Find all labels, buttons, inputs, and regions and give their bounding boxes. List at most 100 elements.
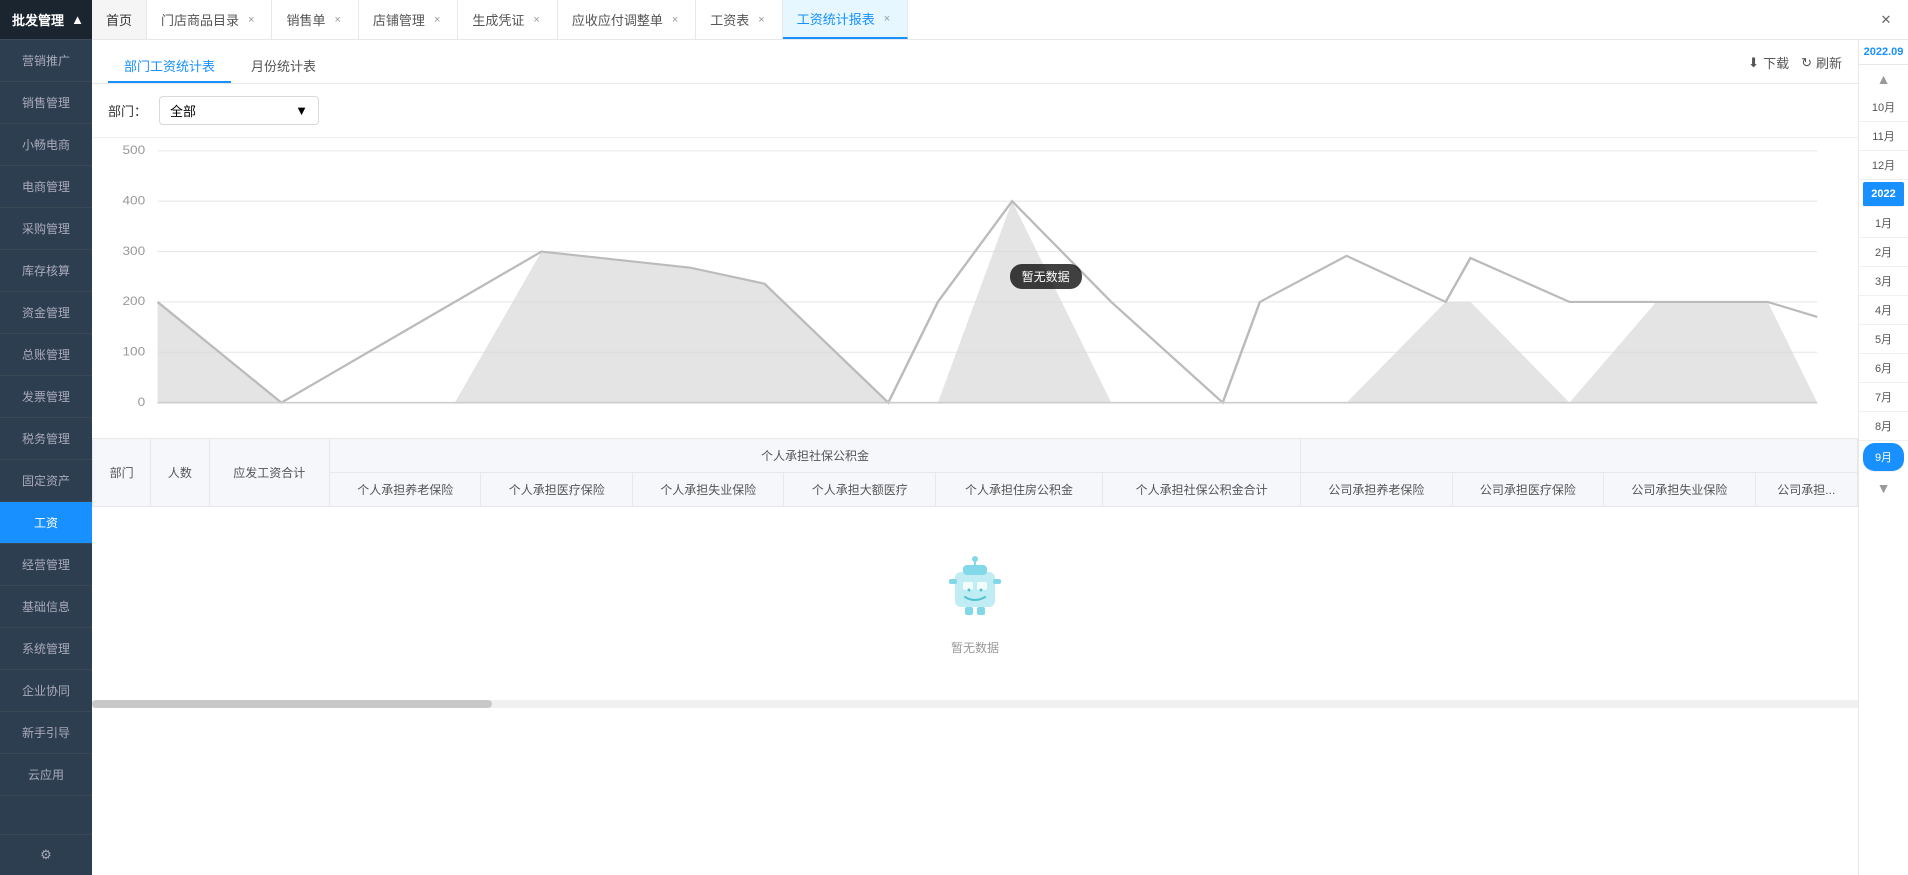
sidebar-item-企业协同[interactable]: 企业协同 — [0, 670, 92, 712]
time-item-6月[interactable]: 6月 — [1859, 354, 1908, 383]
th-personal-medical: 个人承担医疗保险 — [481, 473, 633, 507]
time-nav-down[interactable]: ▼ — [1859, 474, 1908, 502]
th-count: 人数 — [151, 439, 209, 507]
close-all-tabs-button[interactable]: ✕ — [1872, 6, 1900, 34]
sidebar-item-税务管理[interactable]: 税务管理 — [0, 418, 92, 460]
sidebar-item-营销推广[interactable]: 营销推广 — [0, 40, 92, 82]
tab-生成凭证[interactable]: 生成凭证× — [458, 0, 557, 39]
tab-close-icon[interactable]: × — [669, 13, 681, 27]
empty-icon — [935, 547, 1015, 627]
sidebar-item-经营管理[interactable]: 经营管理 — [0, 544, 92, 586]
sidebar-item-云应用[interactable]: 云应用 — [0, 754, 92, 796]
download-icon: ⬇ — [1748, 55, 1759, 71]
tab-工资统计报表[interactable]: 工资统计报表× — [783, 0, 908, 39]
time-nav-up[interactable]: ▲ — [1859, 65, 1908, 93]
department-filter-label: 部门： — [108, 101, 147, 120]
tab-销售单[interactable]: 销售单× — [272, 0, 358, 39]
tab-首页[interactable]: 首页 — [92, 0, 147, 39]
tab-应收应付调整单[interactable]: 应收应付调整单× — [558, 0, 696, 39]
tab-bar-end: ✕ — [1872, 6, 1908, 34]
table-area[interactable]: 部门 人数 应发工资合计 个人承担社保公积金 个人承担养老保险 个人承担医疗保险… — [92, 438, 1858, 875]
svg-text:100: 100 — [122, 344, 145, 358]
tab-close-icon[interactable]: × — [530, 13, 542, 27]
svg-text:500: 500 — [122, 143, 145, 157]
sidebar-item-资金管理[interactable]: 资金管理 — [0, 292, 92, 334]
tab-门店商品目录[interactable]: 门店商品目录× — [147, 0, 272, 39]
time-item-7月[interactable]: 7月 — [1859, 383, 1908, 412]
sidebar-item-新手引导[interactable]: 新手引导 — [0, 712, 92, 754]
sidebar-item-库存核算[interactable]: 库存核算 — [0, 250, 92, 292]
sidebar-item-系统管理[interactable]: 系统管理 — [0, 628, 92, 670]
time-item-4月[interactable]: 4月 — [1859, 296, 1908, 325]
sidebar-item-工资[interactable]: 工资 — [0, 502, 92, 544]
chevron-down-icon: ▼ — [295, 103, 308, 118]
tab-close-icon[interactable]: × — [755, 13, 767, 27]
sub-tab-actions: ⬇ 下载 ↻ 刷新 — [1748, 53, 1842, 80]
chart-svg: 500 400 300 200 100 0 — [108, 138, 1842, 438]
empty-state: 暂无数据 — [93, 507, 1858, 696]
chart-container: 500 400 300 200 100 0 — [108, 138, 1842, 438]
svg-text:200: 200 — [122, 294, 145, 308]
main-area: 首页门店商品目录×销售单×店铺管理×生成凭证×应收应付调整单×工资表×工资统计报… — [92, 0, 1908, 875]
th-company-pension: 公司承担养老保险 — [1301, 473, 1453, 507]
th-personal-insurance-total: 个人承担社保公积金合计 — [1103, 473, 1301, 507]
sidebar-item-基础信息[interactable]: 基础信息 — [0, 586, 92, 628]
sidebar-item-小畅电商[interactable]: 小畅电商 — [0, 124, 92, 166]
tab-close-icon[interactable]: × — [431, 13, 443, 27]
table-header-row-2: 个人承担养老保险 个人承担医疗保险 个人承担失业保险 个人承担大额医疗 个人承担… — [93, 473, 1858, 507]
tab-department-salary[interactable]: 部门工资统计表 — [108, 50, 231, 83]
horizontal-scrollbar[interactable] — [92, 700, 492, 708]
time-item-11月[interactable]: 11月 — [1859, 122, 1908, 151]
time-item-10月[interactable]: 10月 — [1859, 93, 1908, 122]
sidebar-item-采购管理[interactable]: 采购管理 — [0, 208, 92, 250]
time-item-active[interactable]: 9月 — [1863, 443, 1904, 472]
time-year-marker[interactable]: 2022 — [1863, 182, 1904, 207]
time-item-3月[interactable]: 3月 — [1859, 267, 1908, 296]
tab-monthly-stats[interactable]: 月份统计表 — [235, 50, 332, 83]
tab-close-icon[interactable]: × — [881, 12, 893, 26]
refresh-button[interactable]: ↻ 刷新 — [1801, 53, 1842, 72]
content-area: 部门工资统计表 月份统计表 ⬇ 下载 ↻ 刷新 — [92, 40, 1908, 875]
chart-area: 500 400 300 200 100 0 — [92, 138, 1858, 438]
tab-bar: 首页门店商品目录×销售单×店铺管理×生成凭证×应收应付调整单×工资表×工资统计报… — [92, 0, 1908, 40]
download-button[interactable]: ⬇ 下载 — [1748, 53, 1789, 72]
th-personal-pension: 个人承担养老保险 — [329, 473, 481, 507]
sidebar-item-发票管理[interactable]: 发票管理 — [0, 376, 92, 418]
svg-text:400: 400 — [122, 193, 145, 207]
refresh-icon: ↻ — [1801, 55, 1812, 71]
time-item-1月[interactable]: 1月 — [1859, 209, 1908, 238]
tab-close-icon[interactable]: × — [245, 13, 257, 27]
sidebar-item-总账管理[interactable]: 总账管理 — [0, 334, 92, 376]
sidebar-arrow-icon: ▲ — [71, 12, 84, 27]
sub-tab-bar: 部门工资统计表 月份统计表 ⬇ 下载 ↻ 刷新 — [92, 40, 1858, 84]
sidebar-item-电商管理[interactable]: 电商管理 — [0, 166, 92, 208]
time-year-label: 2022.09 — [1859, 40, 1908, 65]
department-select[interactable]: 全部 ▼ — [159, 96, 319, 125]
sidebar-item-销售管理[interactable]: 销售管理 — [0, 82, 92, 124]
settings-icon: ⚙ — [40, 847, 52, 862]
svg-text:300: 300 — [122, 244, 145, 258]
th-total-salary: 应发工资合计 — [209, 439, 329, 507]
th-department: 部门 — [93, 439, 151, 507]
tab-工资表[interactable]: 工资表× — [696, 0, 782, 39]
department-select-value: 全部 — [170, 101, 196, 120]
salary-table: 部门 人数 应发工资合计 个人承担社保公积金 个人承担养老保险 个人承担医疗保险… — [92, 438, 1858, 696]
sidebar-item-固定资产[interactable]: 固定资产 — [0, 460, 92, 502]
sidebar: 批发管理 ▲ 营销推广销售管理小畅电商电商管理采购管理库存核算资金管理总账管理发… — [0, 0, 92, 875]
filter-bar: 部门： 全部 ▼ — [92, 84, 1858, 138]
sidebar-top[interactable]: 批发管理 ▲ — [0, 0, 92, 40]
sub-tabs: 部门工资统计表 月份统计表 — [108, 50, 332, 83]
th-personal-major-medical: 个人承担大额医疗 — [784, 473, 936, 507]
th-company-more: 公司承担... — [1755, 473, 1857, 507]
time-sidebar: 2022.09 ▲ 10月11月12月20221月2月3月4月5月6月7月8月9… — [1858, 40, 1908, 875]
time-item-8月[interactable]: 8月 — [1859, 412, 1908, 441]
time-item-12月[interactable]: 12月 — [1859, 151, 1908, 180]
sidebar-settings[interactable]: ⚙ — [0, 834, 92, 875]
time-item-5月[interactable]: 5月 — [1859, 325, 1908, 354]
th-personal-insurance: 个人承担社保公积金 — [329, 439, 1300, 473]
table-header-row-1: 部门 人数 应发工资合计 个人承担社保公积金 — [93, 439, 1858, 473]
tab-店铺管理[interactable]: 店铺管理× — [359, 0, 458, 39]
th-personal-unemployment: 个人承担失业保险 — [632, 473, 784, 507]
tab-close-icon[interactable]: × — [331, 13, 343, 27]
time-item-2月[interactable]: 2月 — [1859, 238, 1908, 267]
